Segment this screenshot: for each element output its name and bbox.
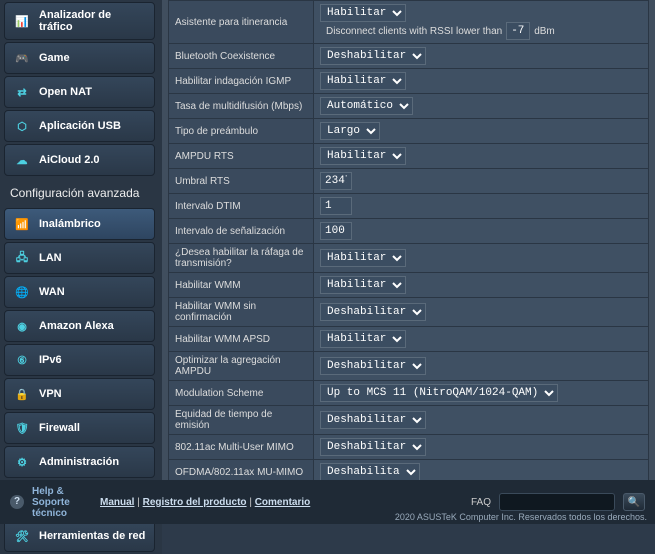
rssi-threshold-input[interactable] [506, 22, 530, 40]
roaming-assist-select[interactable]: Habilitar [320, 4, 406, 22]
firewall-icon: 🛡 [13, 419, 31, 437]
preamble-select[interactable]: Largo [320, 122, 380, 140]
sidebar-item-ipv6[interactable]: ⑥ IPv6 [4, 344, 155, 376]
ofdma-select[interactable]: Deshabilitar [320, 463, 420, 480]
feedback-link[interactable]: Comentario [255, 497, 311, 508]
airtime-select[interactable]: Deshabilitar [320, 411, 426, 429]
faq-search-button[interactable]: 🔍 [623, 493, 645, 511]
lan-icon: 🖧 [13, 249, 31, 267]
sidebar-item-tools[interactable]: 🛠 Herramientas de red [4, 520, 155, 552]
beacon-input[interactable] [320, 222, 352, 240]
roaming-threshold-text: Disconnect clients with RSSI lower than [326, 26, 502, 37]
sidebar-label: Analizador de tráfico [39, 9, 146, 33]
wmm-noack-select[interactable]: Deshabilitar [320, 303, 426, 321]
sidebar-label: Administración [39, 456, 146, 468]
manual-link[interactable]: Manual [100, 497, 134, 508]
sidebar-item-aicloud[interactable]: ☁ AiCloud 2.0 [4, 144, 155, 176]
mu-mimo-select[interactable]: Deshabilitar [320, 438, 426, 456]
sidebar-label: WAN [39, 286, 146, 298]
faq-label: FAQ [471, 497, 491, 508]
product-reg-link[interactable]: Registro del producto [143, 497, 247, 508]
sidebar-label: Inalámbrico [39, 218, 146, 230]
sidebar-item-firewall[interactable]: 🛡 Firewall [4, 412, 155, 444]
label-ofdma: OFDMA/802.11ax MU-MIMO [169, 460, 314, 481]
wmm-apsd-select[interactable]: Habilitar [320, 330, 406, 348]
ampdu-opt-select[interactable]: Deshabilitar [320, 357, 426, 375]
bt-coex-select[interactable]: Deshabilitar [320, 47, 426, 65]
sidebar-label: LAN [39, 252, 146, 264]
label-roaming-assist: Asistente para itinerancia [169, 1, 314, 44]
usb-icon: ⬡ [13, 117, 31, 135]
alexa-icon: ◉ [13, 317, 31, 335]
sidebar-item-alexa[interactable]: ◉ Amazon Alexa [4, 310, 155, 342]
sidebar-item-game[interactable]: 🎮 Game [4, 42, 155, 74]
wifi-icon: 📶 [13, 215, 31, 233]
label-wmm-noack: Habilitar WMM sin confirmación [169, 298, 314, 327]
gamepad-icon: 🎮 [13, 49, 31, 67]
sidebar-item-lan[interactable]: 🖧 LAN [4, 242, 155, 274]
settings-table: Asistente para itinerancia Habilitar Dis… [168, 0, 649, 480]
sidebar-label: Firewall [39, 422, 146, 434]
tools-icon: 🛠 [13, 527, 31, 545]
wmm-select[interactable]: Habilitar [320, 276, 406, 294]
sidebar-item-usb-app[interactable]: ⬡ Aplicación USB [4, 110, 155, 142]
sidebar-label: Open NAT [39, 86, 146, 98]
search-icon: 🔍 [628, 497, 640, 508]
vpn-icon: 🔒 [13, 385, 31, 403]
sidebar-label: Herramientas de red [39, 530, 146, 542]
mcast-select[interactable]: Automático [320, 97, 413, 115]
nat-icon: ⇄ [13, 83, 31, 101]
main-panel: Asistente para itinerancia Habilitar Dis… [162, 0, 655, 480]
sidebar-item-wireless[interactable]: 📶 Inalámbrico [4, 208, 155, 240]
sidebar-label: Game [39, 52, 146, 64]
sidebar-item-open-nat[interactable]: ⇄ Open NAT [4, 76, 155, 108]
sidebar-item-traffic-analyzer[interactable]: 📊 Analizador de tráfico [4, 2, 155, 40]
sidebar-label: AiCloud 2.0 [39, 154, 146, 166]
label-airtime: Equidad de tiempo de emisión [169, 406, 314, 435]
copyright-text: 2020 ASUSTeK Computer Inc. Reservados to… [395, 512, 647, 522]
label-mcast: Tasa de multidifusión (Mbps) [169, 94, 314, 119]
admin-icon: ⚙ [13, 453, 31, 471]
chart-icon: 📊 [13, 12, 31, 30]
ipv6-icon: ⑥ [13, 351, 31, 369]
sidebar-label: Amazon Alexa [39, 320, 146, 332]
faq-search-input[interactable] [499, 493, 615, 511]
help-icon[interactable]: ? [10, 495, 24, 509]
sidebar-item-vpn[interactable]: 🔒 VPN [4, 378, 155, 410]
sidebar-label: Aplicación USB [39, 120, 146, 132]
label-mu-mimo: 802.11ac Multi-User MIMO [169, 435, 314, 460]
ampdu-rts-select[interactable]: Habilitar [320, 147, 406, 165]
label-wmm-apsd: Habilitar WMM APSD [169, 327, 314, 352]
label-ampdu-rts: AMPDU RTS [169, 144, 314, 169]
label-txburst: ¿Desea habilitar la ráfaga de transmisió… [169, 244, 314, 273]
sidebar-item-wan[interactable]: 🌐 WAN [4, 276, 155, 308]
label-igmp: Habilitar indagación IGMP [169, 69, 314, 94]
sidebar-label: IPv6 [39, 354, 146, 366]
modulation-select[interactable]: Up to MCS 11 (NitroQAM/1024-QAM) [320, 384, 558, 402]
help-support-link[interactable]: Help & Soporte técnico [32, 486, 92, 519]
cloud-icon: ☁ [13, 151, 31, 169]
label-bt-coex: Bluetooth Coexistence [169, 44, 314, 69]
globe-icon: 🌐 [13, 283, 31, 301]
label-preamble: Tipo de preámbulo [169, 119, 314, 144]
label-dtim: Intervalo DTIM [169, 194, 314, 219]
igmp-select[interactable]: Habilitar [320, 72, 406, 90]
sidebar-item-admin[interactable]: ⚙ Administración [4, 446, 155, 478]
label-rts: Umbral RTS [169, 169, 314, 194]
txburst-select[interactable]: Habilitar [320, 249, 406, 267]
dtim-input[interactable] [320, 197, 352, 215]
dbm-unit: dBm [534, 26, 555, 37]
label-modulation: Modulation Scheme [169, 381, 314, 406]
label-wmm: Habilitar WMM [169, 273, 314, 298]
rts-input[interactable] [320, 172, 352, 190]
sidebar-label: VPN [39, 388, 146, 400]
label-ampdu-opt: Optimizar la agregación AMPDU [169, 352, 314, 381]
sidebar: 📊 Analizador de tráfico 🎮 Game ⇄ Open NA… [0, 0, 162, 554]
advanced-header: Configuración avanzada [0, 178, 159, 206]
label-beacon: Intervalo de señalización [169, 219, 314, 244]
